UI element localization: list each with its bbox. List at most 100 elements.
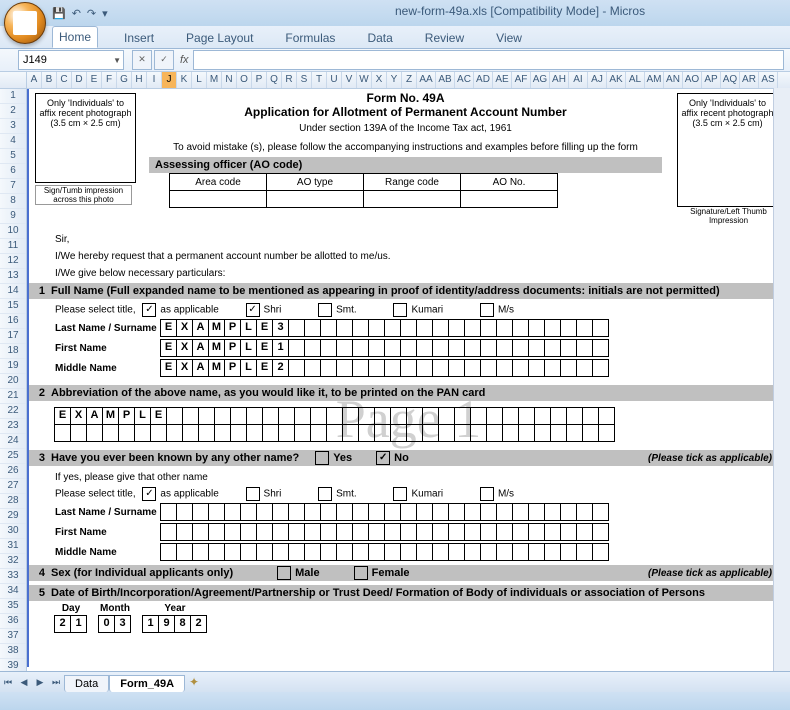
row-header-9[interactable]: 9 [0,209,26,224]
other-middle-cells[interactable] [161,543,609,561]
cell[interactable] [582,407,599,425]
qat-save-icon[interactable]: 💾 [52,7,66,20]
cell[interactable] [432,339,449,357]
cell[interactable] [384,359,401,377]
col-header-AC[interactable]: AC [455,72,474,88]
col-header-U[interactable]: U [327,72,342,88]
col-header-M[interactable]: M [207,72,222,88]
col-header-T[interactable]: T [312,72,327,88]
cell[interactable] [480,319,497,337]
cell[interactable] [294,424,311,442]
row-header-33[interactable]: 33 [0,569,26,584]
cell[interactable] [448,543,465,561]
cell[interactable] [320,339,337,357]
cell[interactable] [592,339,609,357]
cell[interactable] [304,359,321,377]
cell[interactable] [576,339,593,357]
cell[interactable] [496,339,513,357]
cell[interactable] [576,359,593,377]
cell[interactable] [384,543,401,561]
cell[interactable] [230,407,247,425]
col-header-S[interactable]: S [297,72,312,88]
cell[interactable] [240,543,257,561]
row-header-27[interactable]: 27 [0,479,26,494]
row-header-29[interactable]: 29 [0,509,26,524]
cell[interactable] [310,424,327,442]
cell[interactable] [368,523,385,541]
cell[interactable] [592,523,609,541]
row-header-19[interactable]: 19 [0,359,26,374]
cell[interactable]: M [208,319,225,337]
chk-ms-1[interactable] [480,303,494,317]
cell[interactable] [368,339,385,357]
cell[interactable] [432,523,449,541]
cell[interactable] [118,424,135,442]
cell[interactable] [560,523,577,541]
cell[interactable] [182,407,199,425]
cell[interactable] [176,543,193,561]
cell[interactable] [320,543,337,561]
col-header-W[interactable]: W [357,72,372,88]
cell[interactable] [470,424,487,442]
cell[interactable] [336,319,353,337]
cell[interactable] [342,424,359,442]
cell[interactable] [384,503,401,521]
cell[interactable] [326,407,343,425]
chk-kumari-2[interactable] [393,487,407,501]
cell[interactable] [496,359,513,377]
row-header-25[interactable]: 25 [0,449,26,464]
cell[interactable] [544,359,561,377]
cell[interactable] [512,503,529,521]
row-header-18[interactable]: 18 [0,344,26,359]
cell[interactable] [304,319,321,337]
chk-female[interactable] [354,566,368,580]
row-header-32[interactable]: 32 [0,554,26,569]
cell[interactable]: M [102,407,119,425]
cell[interactable] [358,407,375,425]
cell[interactable] [182,424,199,442]
cell[interactable]: E [160,339,177,357]
cell[interactable] [368,359,385,377]
first-name-cells[interactable]: EXAMPLE1 [161,339,609,357]
col-header-AF[interactable]: AF [512,72,531,88]
row-header-2[interactable]: 2 [0,104,26,119]
cancel-formula-icon[interactable]: ✕ [132,50,152,70]
chk-shri-1[interactable] [246,303,260,317]
cell[interactable] [438,407,455,425]
row-header-35[interactable]: 35 [0,599,26,614]
cell[interactable] [224,503,241,521]
cell[interactable] [486,407,503,425]
cell[interactable]: 2 [54,615,71,633]
dob-year-cells[interactable]: 1982 [143,615,207,633]
cell[interactable] [304,543,321,561]
ao-range-cell[interactable] [364,191,461,208]
chk-smt-1[interactable] [318,303,332,317]
dob-day-cells[interactable]: 21 [55,615,87,633]
cell[interactable]: X [176,319,193,337]
ribbon-tab-formulas[interactable]: Formulas [279,28,341,48]
cell[interactable] [310,407,327,425]
cell[interactable] [480,359,497,377]
cell[interactable] [550,407,567,425]
cell[interactable] [262,407,279,425]
cell[interactable] [560,359,577,377]
row-header-37[interactable]: 37 [0,629,26,644]
cell[interactable] [288,359,305,377]
row-header-16[interactable]: 16 [0,314,26,329]
cell[interactable] [496,319,513,337]
cell[interactable] [528,339,545,357]
cell[interactable]: L [240,359,257,377]
cell[interactable] [544,543,561,561]
cell[interactable]: 3 [272,319,289,337]
qat-customize-icon[interactable]: ▾ [102,7,108,20]
col-header-C[interactable]: C [57,72,72,88]
cell[interactable]: P [224,339,241,357]
cell[interactable] [566,424,583,442]
cell[interactable]: 1 [272,339,289,357]
cell[interactable] [160,543,177,561]
formula-bar[interactable] [193,50,784,70]
cell[interactable] [416,543,433,561]
cell[interactable]: E [256,359,273,377]
cell[interactable] [400,503,417,521]
cell[interactable] [544,503,561,521]
